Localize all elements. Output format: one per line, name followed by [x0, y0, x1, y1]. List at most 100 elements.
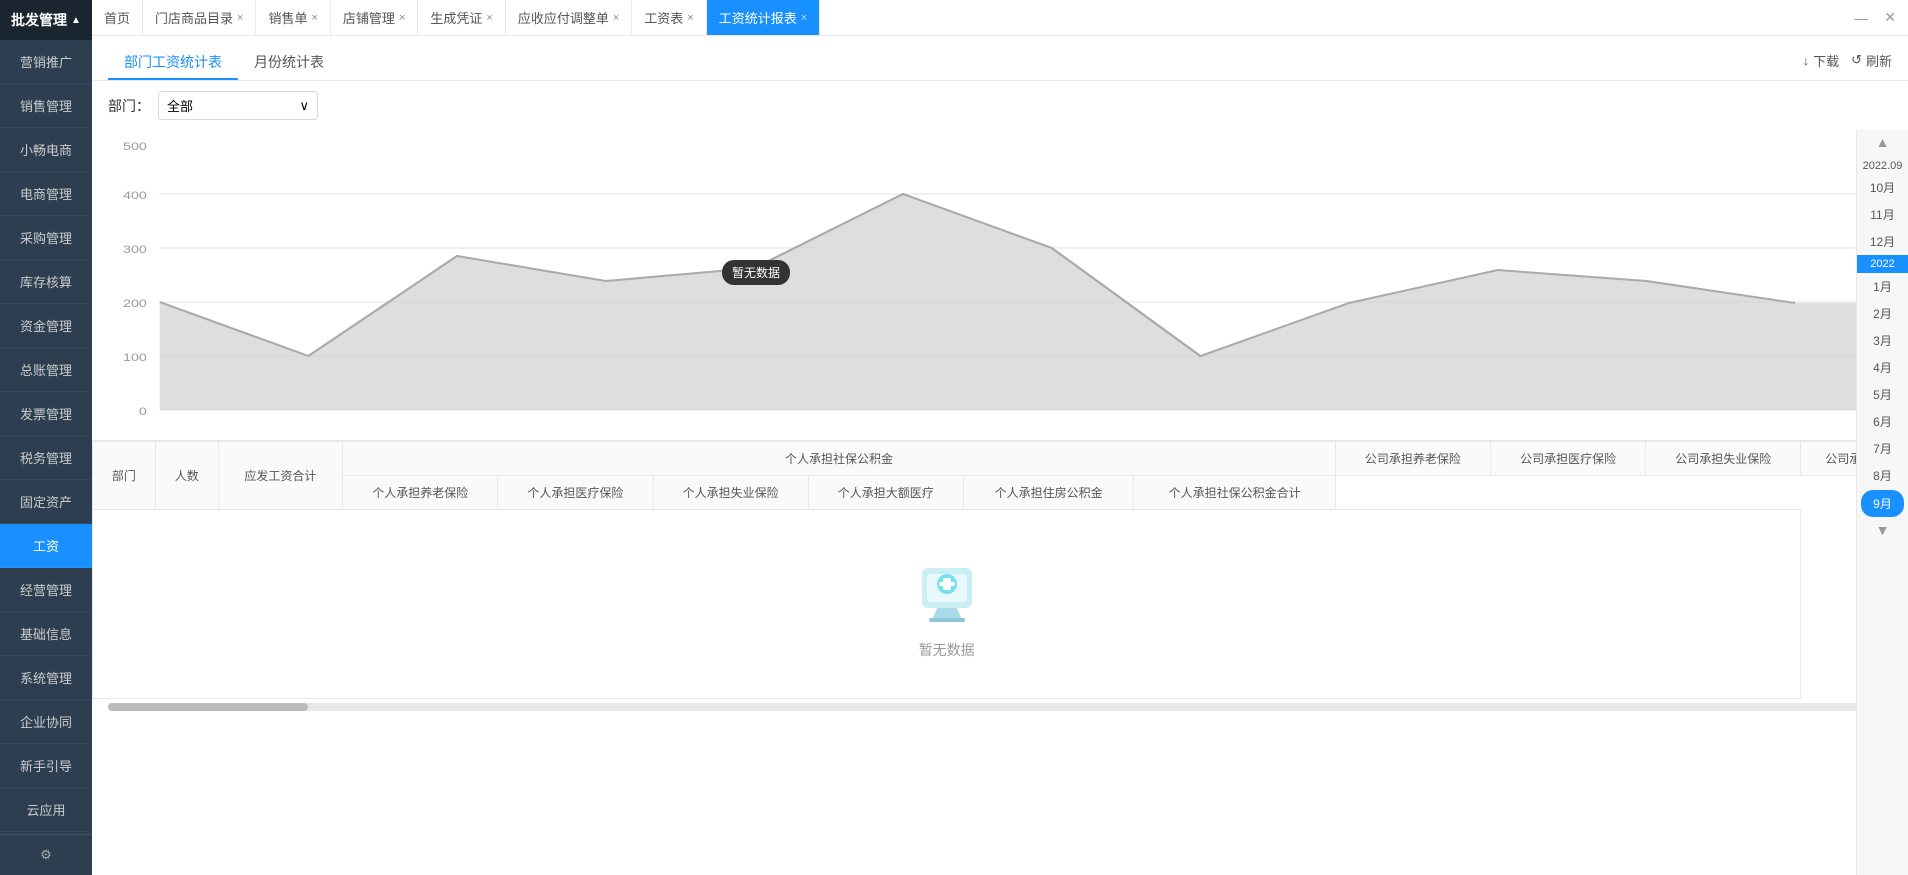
- col-personal-bigmedical: 个人承担大额医疗: [808, 476, 963, 510]
- sidebar-header[interactable]: 批发管理 ▲: [0, 0, 92, 40]
- sidebar-title: 批发管理: [11, 10, 67, 30]
- sub-tab-部门工资统计表[interactable]: 部门工资统计表: [108, 46, 238, 80]
- tab-close-应收应付调整单[interactable]: ×: [613, 12, 619, 24]
- chevron-down-icon: ∨: [299, 98, 309, 114]
- calendar-month-jul[interactable]: 7月: [1857, 435, 1908, 462]
- tab-close-工资表[interactable]: ×: [687, 12, 693, 24]
- horizontal-scrollbar[interactable]: [108, 703, 1892, 711]
- tab-销售单[interactable]: 销售单×: [256, 0, 330, 35]
- svg-text:400: 400: [123, 189, 147, 202]
- tab-门店商品目录[interactable]: 门店商品目录×: [143, 0, 256, 35]
- refresh-icon: ↺: [1851, 52, 1862, 68]
- sidebar-item-系统管理[interactable]: 系统管理: [0, 656, 92, 700]
- calendar-up-button[interactable]: ▲: [1857, 130, 1908, 154]
- window-controls: — ✕: [1850, 9, 1908, 26]
- sub-tabs: 部门工资统计表月份统计表 ↓ 下载 ↺ 刷新: [92, 36, 1908, 81]
- sidebar-item-税务管理[interactable]: 税务管理: [0, 436, 92, 480]
- col-group-personal: 个人承担社保公积金: [343, 442, 1336, 476]
- sidebar-item-营销推广[interactable]: 营销推广: [0, 40, 92, 84]
- empty-state: 暂无数据: [105, 518, 1788, 690]
- sidebar-item-基础信息[interactable]: 基础信息: [0, 612, 92, 656]
- sidebar-item-库存核算[interactable]: 库存核算: [0, 260, 92, 304]
- empty-text: 暂无数据: [919, 640, 975, 660]
- svg-text:100: 100: [123, 351, 147, 364]
- tab-店铺管理[interactable]: 店铺管理×: [331, 0, 418, 35]
- sidebar: 批发管理 ▲ 营销推广销售管理小畅电商电商管理采购管理库存核算资金管理总账管理发…: [0, 0, 92, 875]
- sub-tab-月份统计表[interactable]: 月份统计表: [238, 46, 340, 80]
- calendar-month-aug[interactable]: 8月: [1857, 462, 1908, 489]
- sidebar-item-资金管理[interactable]: 资金管理: [0, 304, 92, 348]
- sidebar-item-工资[interactable]: 工资: [0, 524, 92, 568]
- main-area: 首页门店商品目录×销售单×店铺管理×生成凭证×应收应付调整单×工资表×工资统计报…: [92, 0, 1908, 875]
- col-personal-medical: 个人承担医疗保险: [498, 476, 653, 510]
- tab-close-生成凭证[interactable]: ×: [486, 12, 492, 24]
- content-toolbar: 部门： 全部 ∨: [92, 81, 1908, 130]
- col-company-pension: 公司承担养老保险: [1335, 442, 1490, 476]
- settings-button[interactable]: ⚙: [0, 834, 92, 875]
- chart-area: 0 100 200 300 400 500: [92, 130, 1908, 440]
- sidebar-item-销售管理[interactable]: 销售管理: [0, 84, 92, 128]
- calendar-month-sep[interactable]: 9月: [1861, 490, 1904, 517]
- svg-text:300: 300: [123, 243, 147, 256]
- data-table: 部门 人数 应发工资合计 个人承担社保公积金 公司承担养老保险 公司承担医疗保险…: [92, 440, 1908, 875]
- calendar-month-nov[interactable]: 11月: [1857, 201, 1908, 228]
- sidebar-item-发票管理[interactable]: 发票管理: [0, 392, 92, 436]
- tab-生成凭证[interactable]: 生成凭证×: [418, 0, 505, 35]
- refresh-label: 刷新: [1866, 51, 1892, 70]
- sidebar-item-固定资产[interactable]: 固定资产: [0, 480, 92, 524]
- dept-value: 全部: [167, 96, 193, 115]
- sidebar-arrow-icon: ▲: [71, 15, 81, 26]
- sidebar-item-总账管理[interactable]: 总账管理: [0, 348, 92, 392]
- tab-close-销售单[interactable]: ×: [311, 12, 317, 24]
- tab-close-工资统计报表[interactable]: ×: [801, 12, 807, 24]
- content-area: 部门工资统计表月份统计表 ↓ 下载 ↺ 刷新 部门： 全部 ∨: [92, 36, 1908, 875]
- dept-select[interactable]: 全部 ∨: [158, 91, 318, 120]
- calendar-month-jun[interactable]: 6月: [1857, 408, 1908, 435]
- download-icon: ↓: [1803, 53, 1810, 68]
- settings-icon: ⚙: [40, 847, 52, 862]
- svg-text:500: 500: [123, 140, 147, 153]
- calendar-month-may[interactable]: 5月: [1857, 381, 1908, 408]
- tab-工资统计报表[interactable]: 工资统计报表×: [707, 0, 820, 35]
- table-row: 暂无数据: [93, 510, 1908, 699]
- sidebar-item-企业协同[interactable]: 企业协同: [0, 700, 92, 744]
- svg-text:0: 0: [139, 405, 147, 418]
- sidebar-item-采购管理[interactable]: 采购管理: [0, 216, 92, 260]
- line-chart: 0 100 200 300 400 500: [108, 140, 1892, 420]
- calendar-month-feb[interactable]: 2月: [1857, 300, 1908, 327]
- calendar-month-jan[interactable]: 1月: [1857, 273, 1908, 300]
- calendar-panel: ▲ 2022.09 10月 11月 12月 2022 1月 2月 3月 4月 5…: [1856, 130, 1908, 875]
- download-label: 下载: [1813, 51, 1839, 70]
- calendar-month-oct[interactable]: 10月: [1857, 174, 1908, 201]
- calendar-month-apr[interactable]: 4月: [1857, 354, 1908, 381]
- tab-close-门店商品目录[interactable]: ×: [237, 12, 243, 24]
- calendar-month-dec[interactable]: 12月: [1857, 228, 1908, 255]
- download-button[interactable]: ↓ 下载: [1803, 51, 1840, 70]
- col-personal-pension: 个人承担养老保险: [343, 476, 498, 510]
- col-personal-unemploy: 个人承担失业保险: [653, 476, 808, 510]
- calendar-year-2022: 2022: [1857, 255, 1908, 273]
- col-personal-total: 个人承担社保公积金合计: [1134, 476, 1335, 510]
- col-company-unemploy: 公司承担失业保险: [1646, 442, 1801, 476]
- empty-illustration: [907, 548, 987, 628]
- calendar-down-button[interactable]: ▼: [1857, 518, 1908, 542]
- col-headcount: 人数: [155, 442, 218, 510]
- tab-bar: 首页门店商品目录×销售单×店铺管理×生成凭证×应收应付调整单×工资表×工资统计报…: [92, 0, 1908, 36]
- col-dept: 部门: [93, 442, 156, 510]
- calendar-month-mar[interactable]: 3月: [1857, 327, 1908, 354]
- refresh-button[interactable]: ↺ 刷新: [1851, 51, 1892, 70]
- tab-应收应付调整单[interactable]: 应收应付调整单×: [506, 0, 632, 35]
- calendar-year-label: 2022.09: [1857, 154, 1908, 174]
- tab-工资表[interactable]: 工资表×: [632, 0, 706, 35]
- sidebar-item-经营管理[interactable]: 经营管理: [0, 568, 92, 612]
- sidebar-item-云应用[interactable]: 云应用: [0, 788, 92, 832]
- tab-首页[interactable]: 首页: [92, 0, 143, 35]
- sidebar-item-小畅电商[interactable]: 小畅电商: [0, 128, 92, 172]
- tab-close-店铺管理[interactable]: ×: [399, 12, 405, 24]
- minimize-button[interactable]: —: [1850, 10, 1872, 26]
- sidebar-item-新手引导[interactable]: 新手引导: [0, 744, 92, 788]
- close-button[interactable]: ✕: [1880, 9, 1900, 26]
- sidebar-item-电商管理[interactable]: 电商管理: [0, 172, 92, 216]
- col-total-wage: 应发工资合计: [218, 442, 342, 510]
- col-company-medical: 公司承担医疗保险: [1491, 442, 1646, 476]
